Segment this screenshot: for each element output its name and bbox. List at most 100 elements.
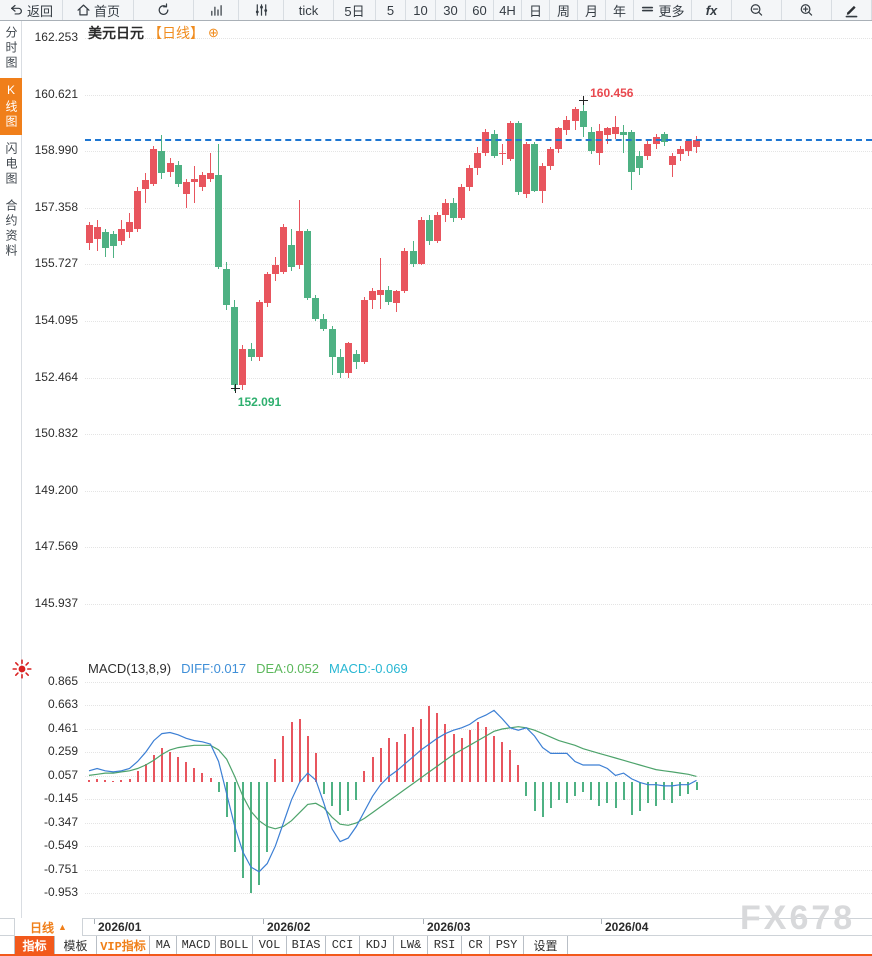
- tab-templates[interactable]: 模板: [55, 936, 97, 954]
- sidebar-item-time-share-chart[interactable]: 分时图: [0, 21, 22, 76]
- macd-hist-bar: [655, 782, 657, 806]
- toolbar-label-period-60: 60: [472, 2, 487, 18]
- time-axis-tick: [94, 919, 95, 924]
- tab-macd[interactable]: MACD: [177, 936, 216, 954]
- toolbar-button-period-month[interactable]: 月: [578, 0, 606, 20]
- macd-header: MACD(13,8,9) DIFF:0.017 DEA:0.052 MACD:-…: [88, 661, 408, 676]
- macd-hist-bar: [614, 782, 617, 808]
- tab-boll[interactable]: BOLL: [216, 936, 253, 954]
- macd-hist-bar: [331, 782, 333, 806]
- toolbar-label-period-tick: tick: [298, 2, 319, 18]
- macd-hist-bar: [306, 735, 309, 783]
- toolbar-button-period-5[interactable]: 5: [376, 0, 406, 20]
- tab-vip-indicators[interactable]: VIP指标: [97, 936, 150, 954]
- low-marker-icon: [234, 383, 236, 393]
- macd-hist-bar: [428, 705, 431, 783]
- macd-hist-bar: [412, 726, 414, 783]
- macd-axis-label: -0.751: [43, 861, 78, 876]
- brand-watermark: FX678: [740, 899, 856, 937]
- tab-kdj[interactable]: KDJ: [360, 936, 394, 954]
- tab-vol[interactable]: VOL: [253, 936, 287, 954]
- toolbar-label-period-5: 5: [386, 2, 395, 18]
- macd-hist-bar: [160, 747, 163, 783]
- macd-gridline: [85, 799, 872, 801]
- macd-hist-bar: [646, 782, 649, 804]
- tab-rsi[interactable]: RSI: [428, 936, 462, 954]
- toolbar-button-more[interactable]: 更多: [634, 0, 692, 20]
- macd-hist-bar: [395, 741, 398, 783]
- macd-diff-value: DIFF:0.017: [181, 661, 247, 676]
- macd-hist-bar: [363, 770, 366, 783]
- toolbar-button-period-10[interactable]: 10: [406, 0, 436, 20]
- toolbar-button-period-week[interactable]: 周: [550, 0, 578, 20]
- toolbar-button-refresh[interactable]: [134, 0, 194, 20]
- time-axis-label: 2026/01: [98, 920, 142, 934]
- toolbar-button-period-4h[interactable]: 4H: [494, 0, 522, 20]
- macd-hist-bar: [549, 782, 552, 808]
- sidebar-item-kline-chart[interactable]: K线图: [0, 78, 22, 135]
- time-axis-label: 2026/04: [605, 920, 649, 934]
- toolbar-button-draw-pen[interactable]: [832, 0, 872, 20]
- toolbar-button-period-60[interactable]: 60: [466, 0, 494, 20]
- macd-hist-bar: [144, 763, 147, 783]
- macd-hist-bar: [250, 782, 252, 893]
- toolbar-button-bar-chart[interactable]: [194, 0, 239, 20]
- toolbar-button-zoom-out[interactable]: [732, 0, 782, 20]
- macd-hist-bar: [274, 759, 277, 783]
- macd-hist-bar: [533, 782, 536, 812]
- macd-hist-bar: [687, 782, 690, 794]
- toolbar-button-period-tick[interactable]: tick: [284, 0, 334, 20]
- macd-hist-bar: [266, 782, 269, 853]
- macd-hist-bar: [152, 754, 155, 783]
- tab-bias[interactable]: BIAS: [287, 936, 326, 954]
- sidebar-item-contract-info[interactable]: 合约资料: [0, 194, 22, 264]
- macd-hist-bar: [96, 778, 99, 783]
- toolbar-button-indicator-sliders[interactable]: [239, 0, 284, 20]
- tab-cr[interactable]: CR: [462, 936, 490, 954]
- toolbar-button-period-year[interactable]: 年: [606, 0, 634, 20]
- home-icon: [77, 4, 90, 16]
- tab-psy[interactable]: PSY: [490, 936, 524, 954]
- macd-chart-plot[interactable]: 0.865 0.663 0.461 0.259 0.057 -0.145 -0.347 -0.…: [0, 0, 872, 956]
- toolbar-label-back: 返回: [26, 3, 53, 19]
- tab-ma[interactable]: MA: [150, 936, 177, 954]
- macd-hist-bar: [185, 761, 188, 783]
- bar-chart-icon: [210, 5, 222, 16]
- macd-hist-bar: [598, 782, 601, 806]
- macd-hist-bar: [541, 782, 544, 818]
- toolbar-button-fx-functions[interactable]: fx: [692, 0, 732, 20]
- toolbar-label-period-week: 周: [556, 3, 570, 19]
- macd-hist-bar: [420, 718, 423, 783]
- tab-indicators[interactable]: 指标: [14, 936, 55, 954]
- macd-hist-bar: [501, 741, 504, 783]
- toolbar-button-back[interactable]: 返回: [0, 0, 63, 20]
- toolbar-button-period-day[interactable]: 日: [522, 0, 550, 20]
- macd-gridline: [85, 705, 872, 707]
- macd-hist-bar: [347, 782, 350, 812]
- period-selector[interactable]: 日线 ▲: [14, 918, 83, 936]
- macd-hist-bar: [671, 782, 674, 804]
- tab-lw[interactable]: LW&: [394, 936, 428, 954]
- add-symbol-icon[interactable]: ⊕: [208, 25, 219, 41]
- toolbar: 返回 首页 tick 5日 5 10 30 60 4H 日周月年 更多 fx: [0, 0, 872, 21]
- tab-settings[interactable]: 设置: [524, 936, 568, 954]
- macd-hist-bar: [379, 747, 382, 783]
- macd-hist-bar: [298, 718, 301, 783]
- macd-hist-bar: [695, 782, 698, 791]
- toolbar-button-home[interactable]: 首页: [63, 0, 134, 20]
- toolbar-button-period-30[interactable]: 30: [436, 0, 466, 20]
- macd-dea-value: DEA:0.052: [256, 661, 319, 676]
- toolbar-label-home: 首页: [93, 3, 120, 19]
- toolbar-button-zoom-in[interactable]: [782, 0, 832, 20]
- refresh-icon: [158, 3, 169, 15]
- tab-cci[interactable]: CCI: [326, 936, 360, 954]
- macd-axis-label: 0.057: [47, 767, 78, 782]
- macd-axis-label: -0.347: [43, 814, 78, 829]
- sidebar-item-lightning-chart[interactable]: 闪电图: [0, 137, 22, 192]
- toolbar-button-period-5d[interactable]: 5日: [334, 0, 376, 20]
- indicator-settings-icon[interactable]: [11, 658, 33, 685]
- macd-hist-bar: [403, 733, 406, 783]
- macd-hist-bar: [484, 726, 487, 783]
- toolbar-label-period-4h: 4H: [499, 2, 516, 18]
- high-price-annotation: 160.456: [590, 86, 634, 101]
